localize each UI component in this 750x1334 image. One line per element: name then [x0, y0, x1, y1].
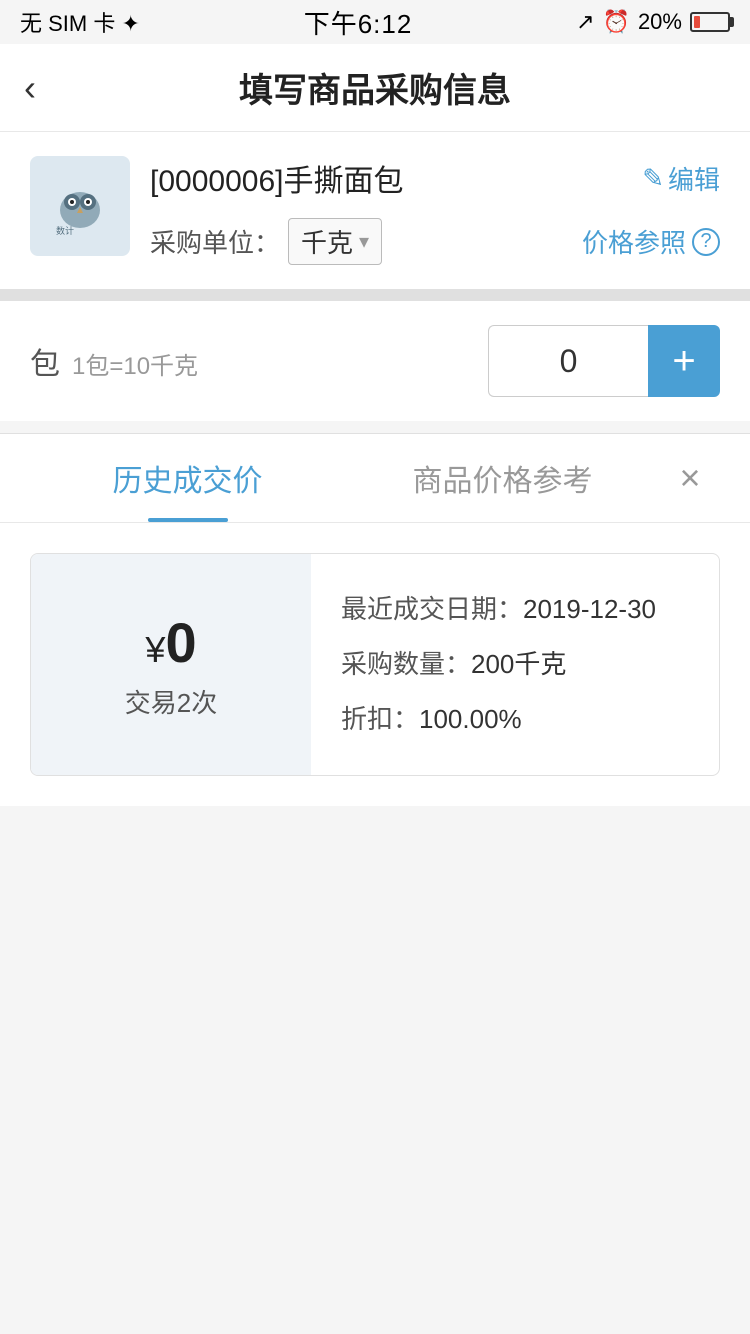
price-display: ¥0 [145, 610, 196, 675]
tab-history-price[interactable]: 历史成交价 [30, 434, 345, 522]
card-details: 最近成交日期：2019-12-30 采购数量：200千克 折扣：100.00% [311, 554, 719, 775]
unit-select[interactable]: 千克 ▾ [288, 218, 382, 265]
tab-history-label: 历史成交价 [113, 456, 263, 500]
product-row: 数计 [0000006]手撕面包 ✎ 编辑 采购单位： 千克 ▾ [30, 156, 720, 265]
quantity-section: 包 1包=10千克 + [0, 301, 750, 421]
unit-value: 千克 [301, 223, 353, 260]
battery-icon [690, 12, 730, 32]
unit-label: 采购单位： [150, 223, 280, 260]
trade-count: 交易2次 [125, 683, 217, 720]
info-icon: ? [692, 228, 720, 256]
tab-reference-label: 商品价格参考 [413, 456, 593, 500]
price-ref-label: 价格参照 [582, 223, 686, 260]
product-info: [0000006]手撕面包 ✎ 编辑 采购单位： 千克 ▾ 价格参照 ? [150, 156, 720, 265]
recent-date-row: 最近成交日期：2019-12-30 [341, 590, 689, 629]
battery-percent: 20% [638, 9, 682, 35]
quantity-input-row: + [488, 325, 720, 397]
pack-equiv-label: 1包=10千克 [72, 346, 198, 381]
bottom-panel: 历史成交价 商品价格参考 × ¥0 交易2次 最近成交日期：2019-12-30 [0, 433, 750, 806]
unit-pack-row: 包 1包=10千克 [30, 339, 198, 383]
status-left: 无 SIM 卡 ✦ [20, 6, 140, 38]
edit-button[interactable]: ✎ 编辑 [642, 160, 720, 197]
close-button[interactable]: × [660, 448, 720, 508]
price-reference-button[interactable]: 价格参照 ? [582, 223, 720, 260]
status-time: 下午6:12 [304, 4, 413, 41]
product-name-row: [0000006]手撕面包 ✎ 编辑 [150, 156, 720, 200]
status-right: ↗ ⏰ 20% [576, 9, 730, 35]
recent-date-value: 2019-12-30 [523, 594, 656, 624]
price-value: 0 [165, 611, 196, 674]
alarm-icon: ⏰ [603, 9, 630, 35]
tab-product-reference[interactable]: 商品价格参考 [345, 434, 660, 522]
discount-label: 折扣： [341, 704, 419, 734]
page-title: 填写商品采购信息 [239, 63, 511, 112]
history-price-card: ¥0 交易2次 最近成交日期：2019-12-30 采购数量：200千克 折扣：… [30, 553, 720, 776]
nav-bar: ‹ 填写商品采购信息 [0, 44, 750, 132]
product-logo-icon: 数计 [50, 176, 110, 236]
quantity-input[interactable] [488, 325, 648, 397]
chevron-down-icon: ▾ [359, 229, 369, 254]
recent-date-label: 最近成交日期： [341, 594, 523, 624]
discount-value: 100.00% [419, 704, 522, 734]
purchase-qty-label: 采购数量： [341, 649, 471, 679]
card-price-summary: ¥0 交易2次 [31, 554, 311, 775]
product-section: 数计 [0000006]手撕面包 ✎ 编辑 采购单位： 千克 ▾ [0, 132, 750, 289]
status-bar: 无 SIM 卡 ✦ 下午6:12 ↗ ⏰ 20% [0, 0, 750, 44]
quantity-plus-button[interactable]: + [648, 325, 720, 397]
discount-row: 折扣：100.00% [341, 700, 689, 739]
location-icon: ↗ [576, 9, 594, 35]
card-area: ¥0 交易2次 最近成交日期：2019-12-30 采购数量：200千克 折扣：… [0, 523, 750, 806]
currency-symbol: ¥ [145, 629, 165, 670]
tab-active-indicator [148, 518, 228, 522]
back-button[interactable]: ‹ [24, 67, 36, 109]
svg-text:数计: 数计 [56, 225, 74, 236]
tabs-row: 历史成交价 商品价格参考 × [0, 434, 750, 523]
purchase-qty-value: 200千克 [471, 649, 566, 679]
sim-label: 无 SIM 卡 ✦ [20, 6, 140, 38]
unit-row: 采购单位： 千克 ▾ 价格参照 ? [150, 218, 720, 265]
edit-label: 编辑 [668, 160, 720, 197]
product-thumbnail: 数计 [30, 156, 130, 256]
product-name: [0000006]手撕面包 [150, 156, 403, 200]
section-divider [0, 289, 750, 301]
purchase-qty-row: 采购数量：200千克 [341, 645, 689, 684]
edit-icon: ✎ [642, 163, 664, 194]
pack-label: 包 [30, 339, 60, 383]
